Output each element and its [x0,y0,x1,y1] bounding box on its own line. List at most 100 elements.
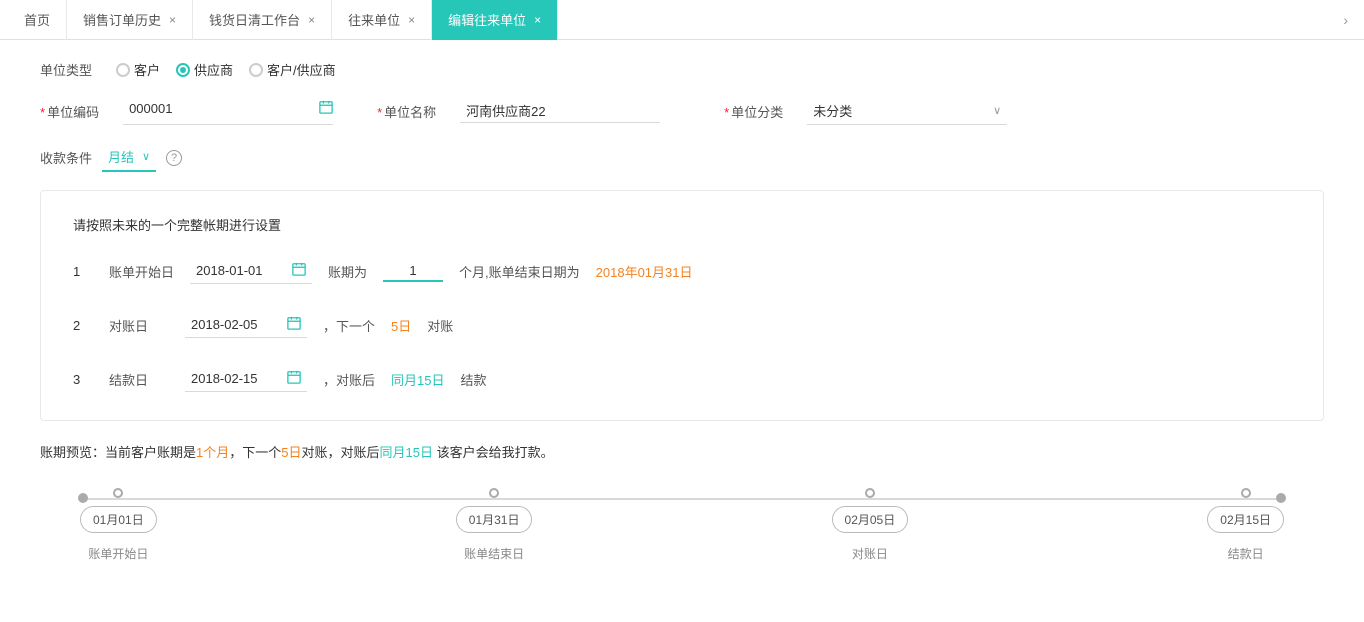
timeline-bubble-4: 02月15日 [1207,506,1284,533]
radio-customer-supplier[interactable]: 客户/供应商 [249,60,336,79]
timeline-bubble-2: 01月31日 [456,506,533,533]
radio-supplier-label: 供应商 [194,60,233,79]
timeline-label-1: 账单开始日 [88,545,148,562]
radio-customer-circle [116,63,130,77]
tab-partner-units[interactable]: 往来单位 × [332,0,432,40]
radio-customer-supplier-label: 客户/供应商 [267,60,336,79]
period-row-2: 2 对账日 ，下一个 5日对账 [73,312,1291,338]
period-settings-box: 请按照未来的一个完整帐期进行设置 1 账单开始日 账期为 个月,账单结束日期为 … [40,190,1324,421]
radio-supplier-circle [176,63,190,77]
tabs-bar: 首页 销售订单历史 × 钱货日清工作台 × 往来单位 × 编辑往来单位 × › [0,0,1364,40]
timeline-bubble-3: 02月05日 [832,506,909,533]
timeline-container: 01月01日 账单开始日 01月31日 账单结束日 02月05日 对账日 02月… [40,488,1324,602]
timeline-point-1: 01月01日 账单开始日 [80,488,157,562]
tab-edit-partner-units-close[interactable]: × [534,13,541,27]
tab-cash-daily-workbench-label: 钱货日清工作台 [209,10,300,29]
preview-text: 账期预览：当前客户账期是1个月，下一个5日对账，对账后同月15日 该客户会给我打… [40,441,1324,464]
payment-condition-row: 收款条件 月结 ∨ ? [40,143,1324,172]
timeline-point-2: 01月31日 账单结束日 [456,488,533,562]
timeline-label-4: 结款日 [1228,545,1264,562]
period-row-1-cal-icon[interactable] [292,262,306,279]
payment-help-icon[interactable]: ? [166,150,182,166]
period-row-1-period-input[interactable] [383,261,443,282]
unit-category-label: *单位分类 [724,102,783,121]
preview-highlight3: 同月15日 [380,445,433,460]
timeline-label-3: 对账日 [852,545,888,562]
unit-code-input[interactable] [123,97,311,120]
unit-code-field [123,97,333,125]
preview-highlight1: 1个月 [196,445,229,460]
timeline-dot-3 [865,488,875,498]
period-row-3-desc-suffix: 结款 [460,370,486,389]
payment-condition-value: 月结 [108,147,134,166]
period-row-3-num: 3 [73,372,93,387]
preview-highlight2: 5日 [281,445,301,460]
timeline-dot-2 [489,488,499,498]
period-row-1-label: 账单开始日 [109,262,174,281]
unit-type-label: 单位类型 [40,60,92,79]
period-row-1-date-wrap [190,258,312,284]
period-row-2-cal-icon[interactable] [287,316,301,333]
timeline-point-3: 02月05日 对账日 [832,488,909,562]
unit-category-arrow: ∨ [993,104,1001,117]
period-row-3-cal-icon[interactable] [287,370,301,387]
preview-mid2: 对账，对账后 [302,445,380,460]
unit-name-label: *单位名称 [377,102,436,121]
tab-edit-partner-units[interactable]: 编辑往来单位 × [432,0,558,40]
period-row-2-date-input[interactable] [191,317,281,332]
period-row-1-date-input[interactable] [196,263,286,278]
payment-condition-arrow: ∨ [142,150,150,163]
tab-cash-daily-workbench-close[interactable]: × [308,13,315,27]
period-row-2-highlight1: 5日 [391,316,411,335]
period-row-2-desc-suffix: 对账 [427,316,453,335]
tab-cash-daily-workbench[interactable]: 钱货日清工作台 × [193,0,332,40]
tabs-arrow[interactable]: › [1335,12,1356,28]
period-row-1-desc-prefix: 账期为 [328,262,367,281]
period-row-1-desc-suffix: 个月,账单结束日期为 [459,262,580,281]
preview-label: 账期预览：当前客户账期是 [40,445,196,460]
tab-partner-units-label: 往来单位 [348,10,400,29]
unit-code-icon[interactable] [319,100,333,117]
preview-mid1: ，下一个 [229,445,281,460]
payment-condition-label: 收款条件 [40,148,92,167]
radio-customer[interactable]: 客户 [116,60,160,79]
period-row-1: 1 账单开始日 账期为 个月,账单结束日期为 2018年01月31日 [73,258,1291,284]
radio-supplier[interactable]: 供应商 [176,60,233,79]
unit-name-required-star: * [377,105,382,120]
period-row-3: 3 结款日 ，对账后同月15日结款 [73,366,1291,392]
period-row-1-num: 1 [73,264,93,279]
period-row-2-label: 对账日 [109,316,169,335]
timeline-dot-1 [113,488,123,498]
tab-sales-order-history-label: 销售订单历史 [83,10,161,29]
unit-code-label: *单位编码 [40,102,99,121]
period-settings-title: 请按照未来的一个完整帐期进行设置 [73,215,1291,234]
preview-end: 该客户会给我打款。 [437,445,554,460]
tab-sales-order-history[interactable]: 销售订单历史 × [67,0,193,40]
period-row-3-date-wrap [185,366,307,392]
timeline-dot-4 [1241,488,1251,498]
payment-condition-select[interactable]: 月结 ∨ [102,143,156,172]
period-row-1-highlight: 2018年01月31日 [596,262,693,281]
unit-type-radio-group: 客户 供应商 客户/供应商 [116,60,336,79]
period-row-2-desc-prefix: ，下一个 [323,316,375,335]
timeline-bubble-1: 01月01日 [80,506,157,533]
tab-partner-units-close[interactable]: × [408,13,415,27]
period-row-2-num: 2 [73,318,93,333]
tab-home-label: 首页 [24,10,50,29]
tab-edit-partner-units-label: 编辑往来单位 [448,10,526,29]
unit-code-required-star: * [40,105,45,120]
unit-type-row: 单位类型 客户 供应商 客户/供应商 [40,60,1324,79]
period-row-3-date-input[interactable] [191,371,281,386]
unit-info-row: *单位编码 *单位名称 *单位分类 未分类 ∨ [40,97,1324,125]
tab-home[interactable]: 首页 [8,0,67,40]
period-row-3-desc-prefix: ，对账后 [323,370,375,389]
radio-customer-supplier-circle [249,63,263,77]
timeline-label-2: 账单结束日 [464,545,524,562]
tab-sales-order-history-close[interactable]: × [169,13,176,27]
unit-name-input[interactable] [460,99,660,123]
unit-category-select[interactable]: 未分类 ∨ [807,97,1007,125]
unit-category-value: 未分类 [813,101,989,120]
timeline-points: 01月01日 账单开始日 01月31日 账单结束日 02月05日 对账日 02月… [80,488,1284,562]
unit-category-required-star: * [724,105,729,120]
period-row-2-date-wrap [185,312,307,338]
